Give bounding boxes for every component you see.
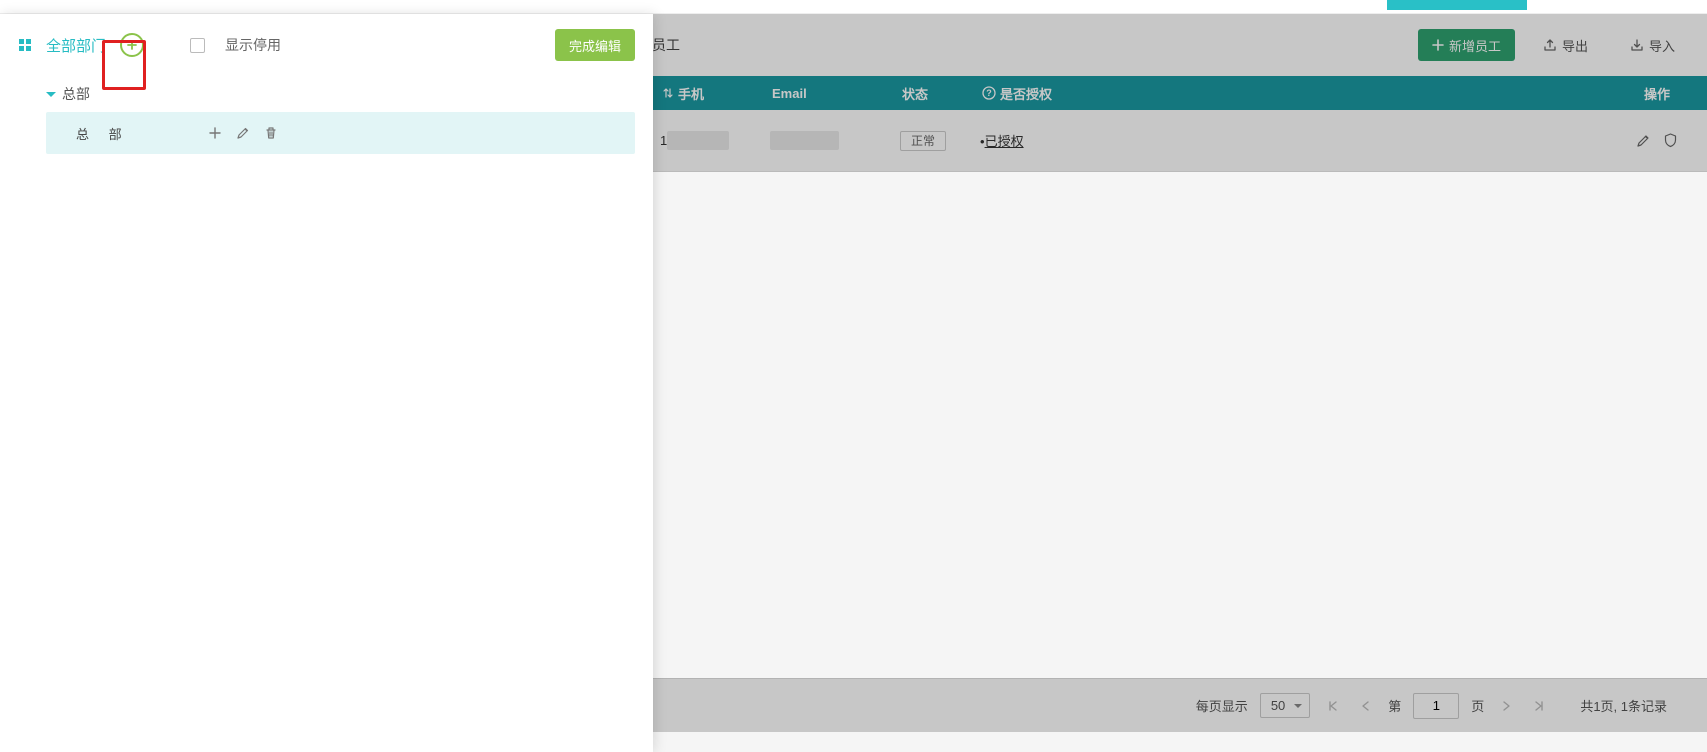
- delete-node-icon[interactable]: [264, 126, 278, 140]
- add-child-icon[interactable]: [208, 126, 222, 140]
- add-root-department-button[interactable]: [120, 33, 144, 57]
- tree-root-node[interactable]: 总部: [18, 80, 635, 108]
- page-number-input[interactable]: [1413, 693, 1459, 719]
- caret-down-icon[interactable]: [46, 92, 56, 102]
- add-employee-button[interactable]: 新增员工: [1418, 29, 1515, 61]
- page-prefix: 第: [1388, 696, 1401, 715]
- prev-page-icon[interactable]: [1356, 699, 1376, 713]
- per-page-select[interactable]: 50: [1260, 693, 1310, 718]
- redacted-phone: xxxx: [667, 131, 729, 150]
- import-button[interactable]: 导入: [1616, 29, 1689, 61]
- first-page-icon[interactable]: [1322, 699, 1344, 713]
- last-page-icon[interactable]: [1528, 699, 1550, 713]
- svg-text:?: ?: [986, 88, 992, 98]
- pagination-bar: 每页显示 50 第 页 共1页, 1条记录: [652, 678, 1707, 732]
- add-employee-label: 新增员工: [1449, 36, 1501, 55]
- th-email[interactable]: Email: [762, 86, 892, 101]
- all-departments-label[interactable]: 全部部门: [46, 35, 106, 56]
- cell-email: xxxxx: [760, 133, 890, 148]
- import-label: 导入: [1649, 36, 1675, 55]
- finish-edit-button[interactable]: 完成编辑: [555, 29, 635, 61]
- top-strip: [0, 0, 1707, 14]
- cell-auth: 已授权: [970, 131, 1390, 150]
- th-auth[interactable]: ? 是否授权: [972, 84, 1392, 103]
- th-status[interactable]: 状态: [892, 84, 972, 103]
- th-phone[interactable]: 手机: [652, 84, 762, 103]
- tree-node-label: 总 部: [76, 124, 130, 143]
- cell-phone: 1xxxx: [650, 133, 760, 148]
- cell-action: [1607, 133, 1707, 148]
- show-disabled-label: 显示停用: [225, 35, 281, 55]
- import-icon: [1630, 38, 1644, 52]
- pagination-summary: 共1页, 1条记录: [1580, 696, 1667, 715]
- page-suffix: 页: [1471, 696, 1484, 715]
- show-disabled-checkbox[interactable]: [190, 38, 205, 53]
- next-page-icon[interactable]: [1496, 699, 1516, 713]
- top-accent-bar: [1387, 0, 1527, 10]
- plus-icon: [1432, 39, 1444, 51]
- help-icon: ?: [982, 86, 996, 100]
- status-badge: 正常: [900, 131, 946, 151]
- toolbar-title: 员工: [652, 35, 680, 55]
- sort-icon: [662, 87, 674, 99]
- tree-root-label: 总部: [62, 84, 90, 104]
- edit-icon[interactable]: [1636, 133, 1651, 148]
- export-icon: [1543, 38, 1557, 52]
- th-action: 操作: [1607, 84, 1707, 103]
- cell-status: 正常: [890, 132, 970, 149]
- grid-icon: [18, 38, 32, 52]
- auth-link[interactable]: 已授权: [980, 134, 1024, 149]
- export-label: 导出: [1562, 36, 1588, 55]
- redacted-email: xxxxx: [770, 131, 839, 150]
- department-panel: 全部部门 显示停用 完成编辑 总部 总 部: [0, 14, 653, 752]
- shield-icon[interactable]: [1663, 133, 1678, 148]
- per-page-label: 每页显示: [1196, 696, 1248, 715]
- edit-node-icon[interactable]: [236, 126, 250, 140]
- panel-header: 全部部门 显示停用 完成编辑: [0, 14, 653, 76]
- tree-child-node[interactable]: 总 部: [46, 112, 635, 154]
- department-tree: 总部 总 部: [0, 76, 653, 158]
- export-button[interactable]: 导出: [1529, 29, 1602, 61]
